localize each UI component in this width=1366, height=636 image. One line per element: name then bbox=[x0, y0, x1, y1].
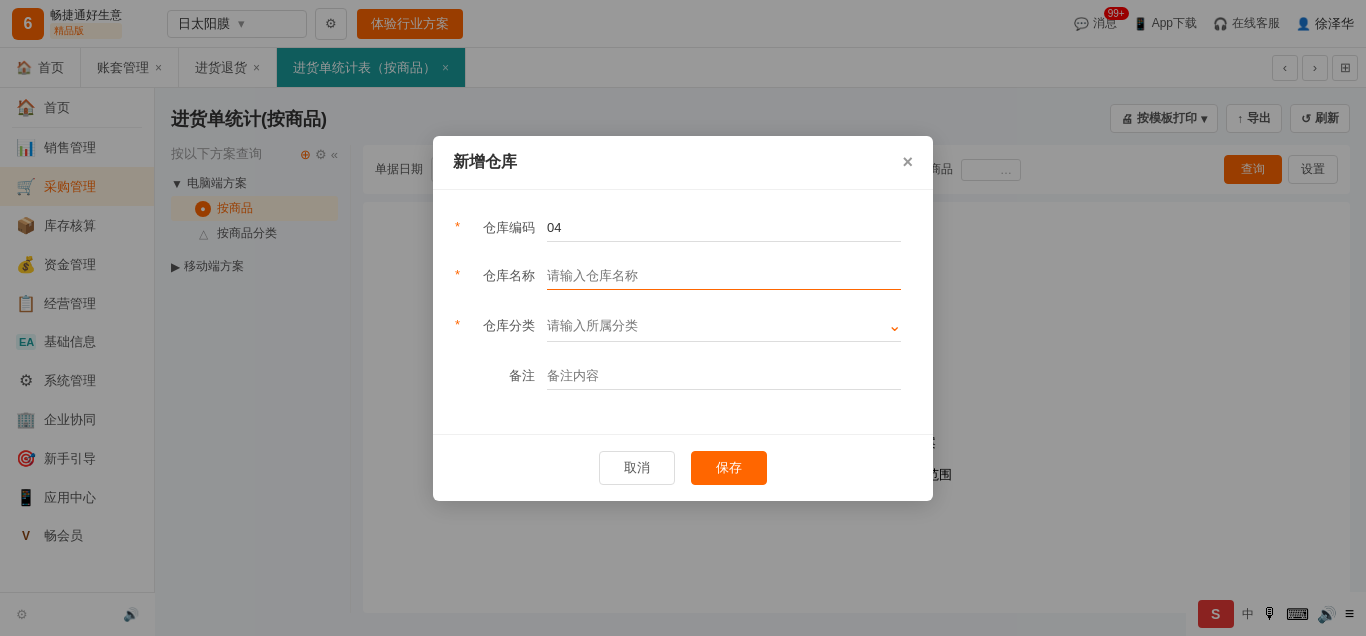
modal-body: 仓库编码 仓库名称 仓库分类 ⌄ 备注 bbox=[433, 190, 933, 434]
category-select[interactable]: ⌄ bbox=[547, 310, 901, 342]
form-row-code: 仓库编码 bbox=[465, 214, 901, 242]
code-label: 仓库编码 bbox=[465, 219, 535, 237]
add-warehouse-modal: 新增仓库 × 仓库编码 仓库名称 仓库分类 ⌄ bbox=[433, 136, 933, 501]
category-input[interactable] bbox=[547, 318, 888, 333]
name-label: 仓库名称 bbox=[465, 267, 535, 285]
form-row-category: 仓库分类 ⌄ bbox=[465, 310, 901, 342]
note-label: 备注 bbox=[465, 367, 535, 385]
cancel-button[interactable]: 取消 bbox=[599, 451, 675, 485]
form-row-note: 备注 bbox=[465, 362, 901, 390]
form-row-name: 仓库名称 bbox=[465, 262, 901, 290]
chevron-category-icon: ⌄ bbox=[888, 316, 901, 335]
modal-footer: 取消 保存 bbox=[433, 434, 933, 501]
modal-header: 新增仓库 × bbox=[433, 136, 933, 190]
modal-title: 新增仓库 bbox=[453, 152, 517, 173]
save-button[interactable]: 保存 bbox=[691, 451, 767, 485]
modal-close-button[interactable]: × bbox=[902, 152, 913, 173]
category-label: 仓库分类 bbox=[465, 317, 535, 335]
name-input[interactable] bbox=[547, 262, 901, 290]
modal-overlay: 新增仓库 × 仓库编码 仓库名称 仓库分类 ⌄ bbox=[0, 0, 1366, 636]
code-input[interactable] bbox=[547, 214, 901, 242]
note-input[interactable] bbox=[547, 362, 901, 390]
